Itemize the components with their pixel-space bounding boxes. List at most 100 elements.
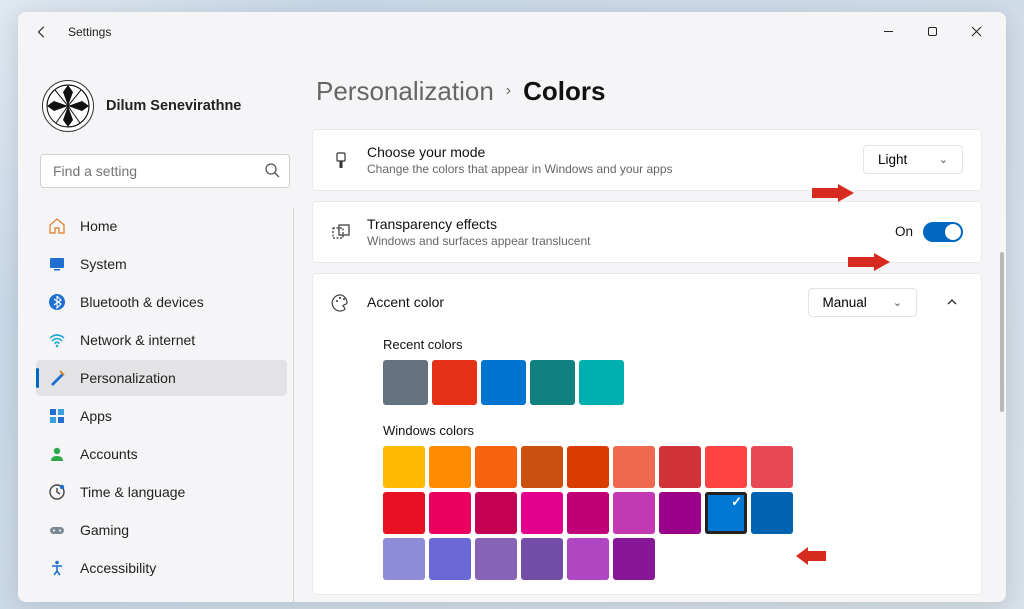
sidebar-item-bluetooth-devices[interactable]: Bluetooth & devices — [36, 284, 287, 320]
transparency-toggle[interactable] — [923, 222, 963, 242]
windows-color-swatch[interactable] — [475, 538, 517, 580]
sidebar-item-accounts[interactable]: Accounts — [36, 436, 287, 472]
sidebar-item-system[interactable]: System — [36, 246, 287, 282]
chevron-down-icon: ⌄ — [939, 153, 948, 166]
back-button[interactable] — [32, 22, 52, 42]
accent-mode-dropdown[interactable]: Manual ⌄ — [808, 288, 918, 317]
recent-color-swatch[interactable] — [530, 360, 575, 405]
nav-label: Accounts — [80, 446, 138, 462]
titlebar: Settings — [18, 12, 1006, 52]
windows-color-swatch[interactable] — [705, 492, 747, 534]
app-title: Settings — [68, 25, 111, 39]
recent-colors-row — [383, 360, 835, 405]
windows-color-swatch[interactable] — [567, 446, 609, 488]
page-title: Colors — [523, 76, 605, 107]
windows-color-swatch[interactable] — [521, 446, 563, 488]
windows-color-swatch[interactable] — [613, 538, 655, 580]
sidebar-item-time-language[interactable]: Time & language — [36, 474, 287, 510]
minimize-button[interactable] — [866, 16, 910, 48]
palette-icon — [331, 293, 351, 313]
sidebar-item-accessibility[interactable]: Accessibility — [36, 550, 287, 586]
mode-dropdown[interactable]: Light ⌄ — [863, 145, 963, 174]
windows-colors-grid — [383, 446, 835, 580]
windows-color-swatch[interactable] — [659, 492, 701, 534]
choose-mode-title: Choose your mode — [367, 144, 847, 160]
titlebar-left: Settings — [32, 22, 111, 42]
nav-label: System — [80, 256, 127, 272]
breadcrumb-parent[interactable]: Personalization — [316, 76, 494, 107]
sidebar: Dilum Senevirathne Home System Bluetooth &… — [18, 52, 306, 602]
avatar — [42, 80, 94, 132]
sidebar-item-network-internet[interactable]: Network & internet — [36, 322, 287, 358]
nav-label: Personalization — [80, 370, 176, 386]
window-controls — [866, 16, 998, 48]
scrollbar[interactable] — [1000, 252, 1004, 592]
accent-collapse-button[interactable] — [941, 291, 963, 313]
accessibility-icon — [48, 559, 66, 577]
nav-label: Bluetooth & devices — [80, 294, 204, 310]
windows-color-swatch[interactable] — [751, 446, 793, 488]
chevron-down-icon: ⌄ — [893, 296, 902, 309]
recent-color-swatch[interactable] — [579, 360, 624, 405]
maximize-button[interactable] — [910, 16, 954, 48]
apps-icon — [48, 407, 66, 425]
windows-color-swatch[interactable] — [613, 446, 655, 488]
search-input[interactable] — [40, 154, 290, 188]
windows-color-swatch[interactable] — [659, 446, 701, 488]
sidebar-item-apps[interactable]: Apps — [36, 398, 287, 434]
user-row[interactable]: Dilum Senevirathne — [36, 62, 294, 154]
content: Dilum Senevirathne Home System Bluetooth &… — [18, 52, 1006, 602]
recent-color-swatch[interactable] — [432, 360, 477, 405]
chevron-right-icon: › — [506, 82, 511, 100]
sidebar-item-home[interactable]: Home — [36, 208, 287, 244]
home-icon — [48, 217, 66, 235]
transparency-text: Transparency effects Windows and surface… — [367, 216, 879, 248]
accent-card: Accent color Manual ⌄ Recent colors Wind… — [312, 273, 982, 595]
windows-color-swatch[interactable] — [383, 492, 425, 534]
breadcrumb: Personalization › Colors — [316, 76, 982, 107]
brush-icon — [331, 151, 351, 171]
nav-label: Accessibility — [80, 560, 156, 576]
accent-mode-value: Manual — [823, 295, 867, 310]
nav-label: Gaming — [80, 522, 129, 538]
windows-color-swatch[interactable] — [429, 446, 471, 488]
mode-value: Light — [878, 152, 907, 167]
windows-color-swatch[interactable] — [383, 538, 425, 580]
sidebar-item-gaming[interactable]: Gaming — [36, 512, 287, 548]
recent-color-swatch[interactable] — [383, 360, 428, 405]
system-icon — [48, 255, 66, 273]
transparency-card: Transparency effects Windows and surface… — [312, 201, 982, 263]
windows-color-swatch[interactable] — [521, 538, 563, 580]
search-icon — [264, 162, 280, 178]
windows-color-swatch[interactable] — [705, 446, 747, 488]
choose-mode-subtitle: Change the colors that appear in Windows… — [367, 162, 847, 176]
accent-title: Accent color — [367, 294, 792, 310]
recent-colors-label: Recent colors — [383, 337, 963, 352]
windows-color-swatch[interactable] — [475, 492, 517, 534]
nav-label: Network & internet — [80, 332, 195, 348]
transparency-toggle-row: On — [895, 222, 963, 242]
nav-label: Apps — [80, 408, 112, 424]
windows-color-swatch[interactable] — [567, 492, 609, 534]
windows-color-swatch[interactable] — [751, 492, 793, 534]
bluetooth-icon — [48, 293, 66, 311]
user-name: Dilum Senevirathne — [106, 98, 241, 114]
settings-window: Settings Dilum Senevirathne — [18, 12, 1006, 602]
sidebar-item-personalization[interactable]: Personalization — [36, 360, 287, 396]
wifi-icon — [48, 331, 66, 349]
recent-color-swatch[interactable] — [481, 360, 526, 405]
nav-label: Home — [80, 218, 117, 234]
windows-color-swatch[interactable] — [475, 446, 517, 488]
windows-color-swatch[interactable] — [383, 446, 425, 488]
windows-color-swatch[interactable] — [613, 492, 655, 534]
close-button[interactable] — [954, 16, 998, 48]
brush-icon — [48, 369, 66, 387]
windows-color-swatch[interactable] — [429, 492, 471, 534]
clock-icon — [48, 483, 66, 501]
choose-mode-text: Choose your mode Change the colors that … — [367, 144, 847, 176]
windows-color-swatch[interactable] — [567, 538, 609, 580]
nav: Home System Bluetooth & devices Network & i… — [36, 208, 294, 602]
windows-color-swatch[interactable] — [521, 492, 563, 534]
main: Personalization › Colors Choose your mod… — [306, 52, 1006, 602]
windows-color-swatch[interactable] — [429, 538, 471, 580]
